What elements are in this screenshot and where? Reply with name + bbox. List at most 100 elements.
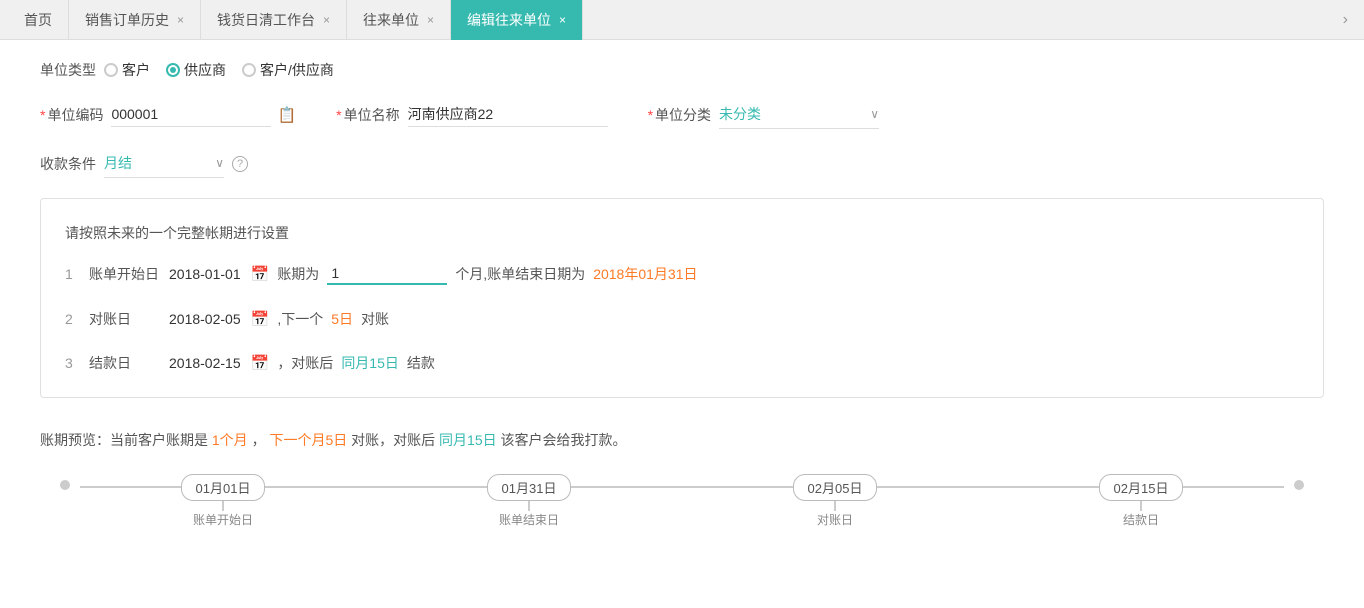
tab-label-cash-ledger: 钱货日清工作台 [217, 10, 315, 30]
timeline-label-2: 账单结束日 [499, 511, 559, 528]
cal-icon-1[interactable]: 📅 [251, 265, 270, 283]
unit-type-group: 单位类型 客户 供应商 客户/供应商 [40, 60, 334, 80]
setting-suffix-3a: ，对账后 [277, 353, 333, 373]
unit-category-chevron: ∨ [870, 107, 879, 121]
setting-suffix-1a: 账期为 [277, 264, 319, 284]
timeline-connector-4 [1140, 501, 1142, 511]
unit-code-icon[interactable]: 📋 [277, 106, 296, 124]
setting-suffix-2b: 对账 [361, 309, 389, 329]
tab-cash-ledger[interactable]: 钱货日清工作台 × [201, 0, 347, 40]
preview-mid2: 对账，对账后 [351, 432, 435, 448]
timeline-node-3: 02月05日 对账日 [682, 474, 988, 528]
unit-category-required: * [648, 107, 653, 123]
timeline-end-dot [1294, 480, 1304, 490]
unit-category-select[interactable]: 未分类 ∨ [719, 100, 879, 129]
preview-part2: 下一个月5日 [269, 432, 347, 448]
setting-num-3: 3 [65, 355, 89, 371]
payment-condition-label: 收款条件 [40, 154, 96, 174]
setting-suffix-1b: 个月,账单结束日期为 [455, 264, 585, 284]
tab-label-sales-order-history: 销售订单历史 [85, 10, 169, 30]
timeline-connector-1 [222, 501, 224, 511]
timeline-badge-3: 02月05日 [793, 474, 878, 501]
tab-sales-order-history[interactable]: 销售订单历史 × [69, 0, 201, 40]
timeline-label-1: 账单开始日 [193, 511, 253, 528]
preview-suffix: 该客户会给我打款。 [501, 432, 627, 448]
payment-condition-value: 月结 [104, 153, 207, 173]
unit-name-label: 单位名称 [344, 105, 400, 125]
unit-code-group: * 单位编码 📋 [40, 102, 296, 127]
radio-both[interactable]: 客户/供应商 [242, 60, 334, 80]
setting-row-1: 1 账单开始日 2018-01-01 📅 账期为 个月,账单结束日期为 2018… [65, 263, 1299, 285]
timeline-node-1: 01月01日 账单开始日 [70, 474, 376, 528]
setting-num-1: 1 [65, 266, 89, 282]
payment-condition-group: 收款条件 月结 ∨ ? [40, 149, 248, 178]
cal-icon-2[interactable]: 📅 [251, 310, 270, 328]
timeline-label-3: 对账日 [817, 511, 853, 528]
help-icon[interactable]: ? [232, 156, 248, 172]
unit-name-input[interactable] [408, 102, 608, 127]
main-content: 单位类型 客户 供应商 客户/供应商 * 单位编码 [0, 40, 1364, 608]
unit-type-row: 单位类型 客户 供应商 客户/供应商 [40, 60, 1324, 80]
tab-close-cash-ledger[interactable]: × [323, 13, 330, 27]
unit-info-row: * 单位编码 📋 * 单位名称 * 单位分类 未分类 ∨ [40, 100, 1324, 129]
preview-text: 账期预览：当前客户账期是 1个月 ， 下一个月5日 对账，对账后 同月15日 该… [40, 430, 1324, 450]
tab-close-partner-units[interactable]: × [427, 13, 434, 27]
radio-supplier[interactable]: 供应商 [166, 60, 226, 80]
timeline-right-dot [1294, 480, 1304, 490]
tab-close-edit-partner-unit[interactable]: × [559, 13, 566, 27]
month-input[interactable] [327, 263, 447, 285]
preview-section: 账期预览：当前客户账期是 1个月 ， 下一个月5日 对账，对账后 同月15日 该… [40, 414, 1324, 544]
setting-label-3: 结款日 [89, 353, 169, 373]
preview-prefix: 账期预览：当前客户账期是 [40, 432, 208, 448]
tab-edit-partner-unit[interactable]: 编辑往来单位 × [451, 0, 583, 40]
setting-label-1: 账单开始日 [89, 264, 169, 284]
setting-highlight-2: 5日 [331, 309, 353, 329]
tab-close-sales-order-history[interactable]: × [177, 13, 184, 27]
timeline-connector-3 [834, 501, 836, 511]
timeline-connector-2 [528, 501, 530, 511]
payment-condition-chevron: ∨ [215, 156, 224, 170]
cal-icon-3[interactable]: 📅 [251, 354, 270, 372]
setting-date-3: 2018-02-15 [169, 355, 241, 371]
preview-part3: 同月15日 [439, 432, 497, 448]
radio-customer[interactable]: 客户 [104, 60, 150, 80]
preview-mid1: ， [252, 432, 266, 448]
timeline-badge-1: 01月01日 [181, 474, 266, 501]
radio-circle-both [242, 63, 256, 77]
setting-highlight-1: 2018年01月31日 [593, 264, 697, 284]
tab-label-edit-partner-unit: 编辑往来单位 [467, 10, 551, 30]
payment-condition-select[interactable]: 月结 ∨ [104, 149, 224, 178]
tab-partner-units[interactable]: 往来单位 × [347, 0, 451, 40]
setting-num-2: 2 [65, 311, 89, 327]
unit-code-required: * [40, 107, 45, 123]
tab-bar: 首页 销售订单历史 × 钱货日清工作台 × 往来单位 × 编辑往来单位 × › [0, 0, 1364, 40]
unit-category-value: 未分类 [719, 104, 862, 124]
timeline-node-4: 02月15日 结款日 [988, 474, 1294, 528]
radio-label-supplier: 供应商 [184, 60, 226, 80]
timeline-node-2: 01月31日 账单结束日 [376, 474, 682, 528]
unit-name-required: * [336, 107, 341, 123]
unit-category-group: * 单位分类 未分类 ∨ [648, 100, 879, 129]
timeline-badge-4: 02月15日 [1099, 474, 1184, 501]
unit-name-group: * 单位名称 [336, 102, 607, 127]
unit-code-input[interactable] [111, 102, 271, 127]
payment-condition-row: 收款条件 月结 ∨ ? [40, 149, 1324, 178]
tab-more-button[interactable]: › [1335, 11, 1356, 29]
tab-label-partner-units: 往来单位 [363, 10, 419, 30]
unit-category-label: 单位分类 [655, 105, 711, 125]
setting-row-3: 3 结款日 2018-02-15 📅 ，对账后 同月15日 结款 [65, 353, 1299, 373]
unit-type-label: 单位类型 [40, 60, 96, 80]
radio-circle-customer [104, 63, 118, 77]
setting-suffix-3b: 结款 [407, 353, 435, 373]
tab-label-home: 首页 [24, 10, 52, 30]
timeline-container: 01月01日 账单开始日 01月31日 账单结束日 02月05日 对账日 [40, 474, 1324, 528]
tab-home[interactable]: 首页 [8, 0, 69, 40]
unit-type-radio-group: 客户 供应商 客户/供应商 [104, 60, 334, 80]
radio-label-customer: 客户 [122, 60, 150, 80]
setting-suffix-2a: ,下一个 [277, 309, 323, 329]
timeline-left-dot [60, 480, 70, 490]
setting-highlight-3: 同月15日 [341, 353, 399, 373]
timeline-badge-2: 01月31日 [487, 474, 572, 501]
setting-date-2: 2018-02-05 [169, 311, 241, 327]
radio-label-both: 客户/供应商 [260, 60, 334, 80]
